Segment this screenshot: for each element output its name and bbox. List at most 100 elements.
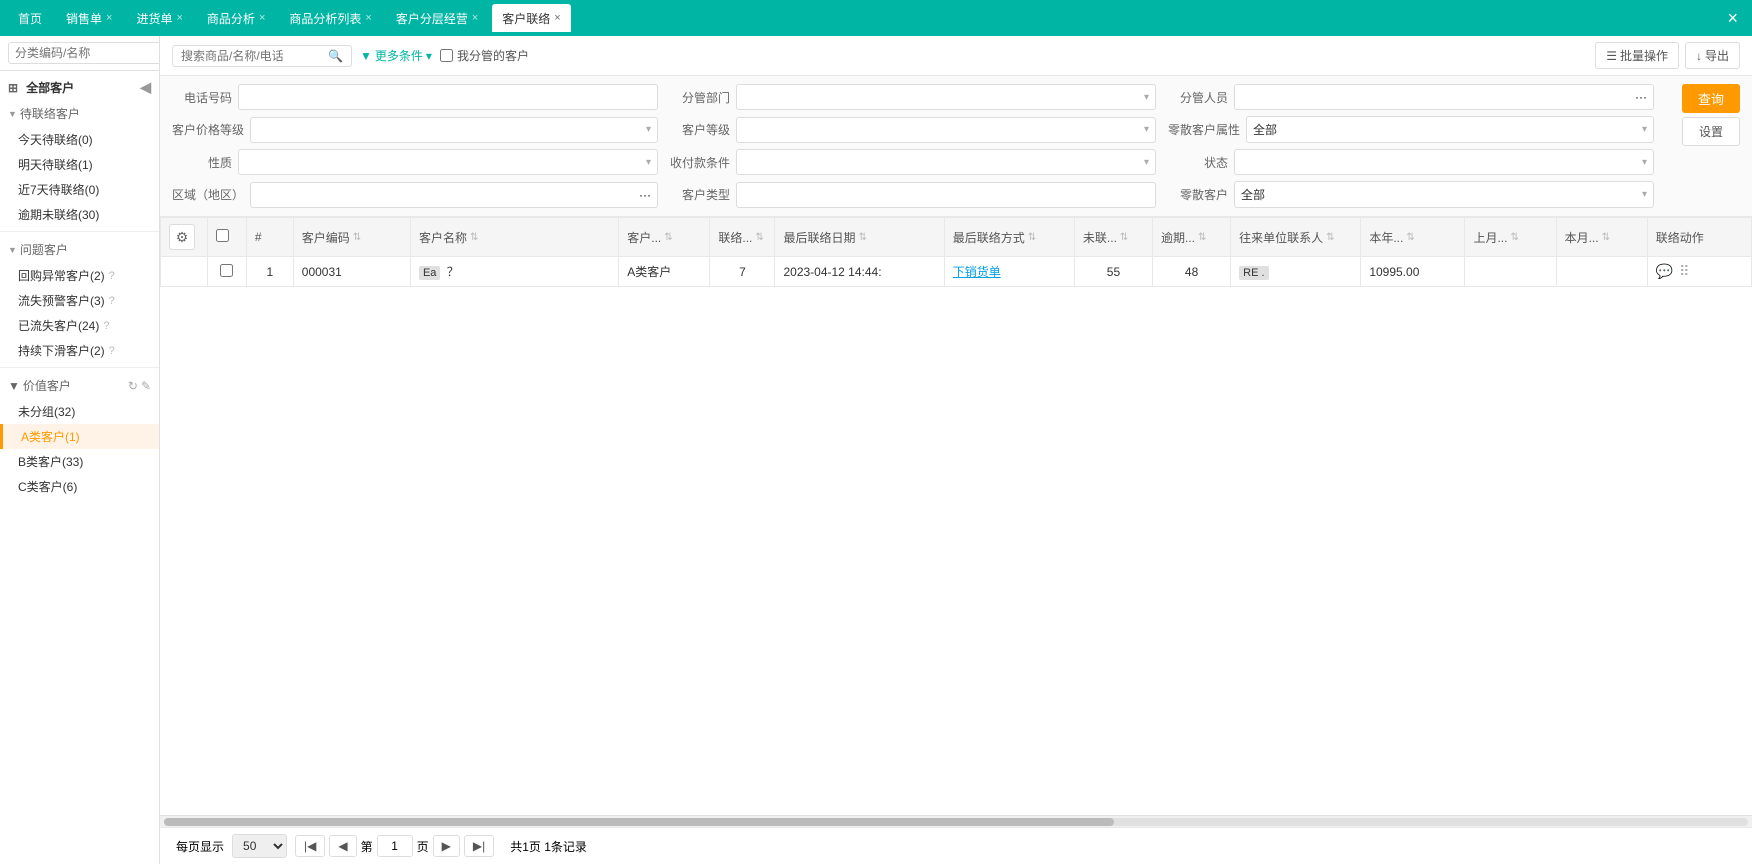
sidebar-item-b-class[interactable]: B类客户(33) <box>0 449 159 474</box>
nav-product-analysis[interactable]: 商品分析 × <box>197 4 275 32</box>
nav-purchase-close[interactable]: × <box>176 12 182 24</box>
nav-sales-close[interactable]: × <box>106 12 112 24</box>
search-icon[interactable]: 🔍 <box>328 49 343 63</box>
last-page-btn[interactable]: ▶| <box>464 835 494 857</box>
manager-select[interactable]: ··· <box>1234 84 1654 110</box>
more-icon[interactable]: ⠿ <box>1679 263 1689 280</box>
sidebar-search-input[interactable] <box>8 42 160 64</box>
sidebar-item-overdue[interactable]: 逾期未联络(30) <box>0 202 159 227</box>
sidebar-item-declining[interactable]: 持续下滑客户(2) ? <box>0 338 159 363</box>
col-this-year[interactable]: 本年... ⇅ <box>1361 218 1465 257</box>
col-not-contacted[interactable]: 未联... ⇅ <box>1074 218 1152 257</box>
col-code[interactable]: 客户编码 ⇅ <box>293 218 410 257</box>
dots-icon: ··· <box>1635 90 1647 104</box>
status-label: 状态 <box>1168 154 1228 171</box>
export-icon: ↓ <box>1696 49 1702 63</box>
nav-product-analysis-close[interactable]: × <box>259 12 265 24</box>
scrollbar-thumb <box>164 818 1114 826</box>
payment-select[interactable]: ▾ <box>736 149 1156 175</box>
nav-product-analysis-list[interactable]: 商品分析列表 × <box>279 4 381 32</box>
edit-icon[interactable]: ✎ <box>141 379 151 393</box>
td-name: Ea ？ <box>410 257 618 287</box>
scatter-attr-select[interactable]: 全部▾ <box>1246 116 1654 143</box>
sidebar-collapse-btn[interactable]: ◀ <box>140 79 151 96</box>
search-input[interactable] <box>181 49 324 63</box>
sidebar-item-today[interactable]: 今天待联络(0) <box>0 127 159 152</box>
col-name[interactable]: 客户名称 ⇅ <box>410 218 618 257</box>
customer-level-label: 客户等级 <box>670 121 730 138</box>
col-last-month[interactable]: 上月... ⇅ <box>1465 218 1556 257</box>
col-contact-person[interactable]: 往来单位联系人 ⇅ <box>1231 218 1361 257</box>
td-num: 1 <box>246 257 293 287</box>
my-customers-filter[interactable]: 我分管的客户 <box>440 47 529 64</box>
nav-customer-contact[interactable]: 客户联络 × <box>492 4 570 32</box>
nature-select[interactable]: ▾ <box>238 149 658 175</box>
sidebar-item-7days[interactable]: 近7天待联络(0) <box>0 177 159 202</box>
nav-product-analysis-list-close[interactable]: × <box>365 12 371 24</box>
price-level-select[interactable]: ▾ <box>250 117 658 143</box>
per-page-label: 每页显示 <box>176 838 224 855</box>
td-this-month <box>1556 257 1647 287</box>
filter-row-4: 区域（地区） ··· 客户类型 零散客户 全部▾ <box>172 181 1666 208</box>
refresh-icon[interactable]: ↻ <box>128 379 138 393</box>
status-select[interactable]: ▾ <box>1234 149 1654 175</box>
sidebar-group-value[interactable]: ▼ 价值客户 ↻ ✎ <box>0 372 159 399</box>
col-last-contact-type[interactable]: 最后联络方式 ⇅ <box>944 218 1074 257</box>
filter-cell-phone: 电话号码 <box>172 84 670 110</box>
query-button[interactable]: 查询 <box>1682 84 1740 113</box>
nav-customer-segment-close[interactable]: × <box>472 12 478 24</box>
sidebar-item-ungrouped[interactable]: 未分组(32) <box>0 399 159 424</box>
col-overdue[interactable]: 逾期... ⇅ <box>1153 218 1231 257</box>
batch-op-button[interactable]: ☰ 批量操作 <box>1595 42 1679 69</box>
customer-type-input[interactable] <box>736 182 1156 208</box>
export-button[interactable]: ↓ 导出 <box>1685 42 1740 69</box>
top-navigation: 首页 销售单 × 进货单 × 商品分析 × 商品分析列表 × 客户分层经营 × … <box>0 0 1752 36</box>
sort-icon-this-year: ⇅ <box>1406 232 1414 243</box>
per-page-select[interactable]: 50 100 200 <box>232 834 287 858</box>
sidebar-item-c-class[interactable]: C类客户(6) <box>0 474 159 499</box>
customer-level-select[interactable]: ▾ <box>736 117 1156 143</box>
first-page-btn[interactable]: |◀ <box>295 835 325 857</box>
td-last-contact-type: 下销货单 <box>944 257 1074 287</box>
scrollbar-track <box>164 818 1748 826</box>
nav-close-all[interactable]: × <box>1721 8 1744 29</box>
nav-sales[interactable]: 销售单 × <box>56 4 122 32</box>
col-level[interactable]: 客户... ⇅ <box>619 218 710 257</box>
settings-button[interactable]: 设置 <box>1682 117 1740 146</box>
nav-home[interactable]: 首页 <box>8 4 52 32</box>
sidebar-group-problem[interactable]: ▼ 问题客户 <box>0 236 159 263</box>
gear-button[interactable]: ⚙ <box>169 224 195 250</box>
next-page-btn[interactable]: ▶ <box>433 835 460 857</box>
sidebar-item-churned[interactable]: 已流失客户(24) ? <box>0 313 159 338</box>
sidebar-item-churn-warning[interactable]: 流失预警客户(3) ? <box>0 288 159 313</box>
col-this-month[interactable]: 本月... ⇅ <box>1556 218 1647 257</box>
td-last-contact-date: 2023-04-12 14:44: <box>775 257 944 287</box>
prev-page-btn[interactable]: ◀ <box>329 835 356 857</box>
region-select[interactable]: ··· <box>250 182 658 208</box>
horizontal-scrollbar[interactable] <box>160 815 1752 827</box>
page-input[interactable] <box>377 835 413 857</box>
my-customers-checkbox[interactable] <box>440 49 453 62</box>
filter-actions-right: 查询 设置 <box>1674 84 1740 208</box>
row-checkbox[interactable] <box>220 264 233 277</box>
col-contact-count[interactable]: 联络... ⇅ <box>710 218 775 257</box>
price-level-label: 客户价格等级 <box>172 121 244 138</box>
sidebar-item-repurchase-abnormal[interactable]: 回购异常客户(2) ? <box>0 263 159 288</box>
col-last-contact-date[interactable]: 最后联络日期 ⇅ <box>775 218 944 257</box>
retail-select[interactable]: 全部▾ <box>1234 181 1654 208</box>
td-actions: 💬 ⠿ <box>1647 257 1751 287</box>
sidebar-item-a-class[interactable]: A类客户(1) <box>0 424 159 449</box>
select-all-checkbox[interactable] <box>216 229 229 242</box>
nav-customer-segment[interactable]: 客户分层经营 × <box>386 4 488 32</box>
phone-input[interactable] <box>238 84 658 110</box>
nav-purchase[interactable]: 进货单 × <box>126 4 192 32</box>
sidebar-item-tomorrow[interactable]: 明天待联络(1) <box>0 152 159 177</box>
nav-customer-contact-close[interactable]: × <box>554 12 560 24</box>
last-contact-link[interactable]: 下销货单 <box>953 265 1001 279</box>
more-filters-btn[interactable]: ▼ 更多条件 ▾ <box>360 47 432 64</box>
dept-select[interactable]: ▾ <box>736 84 1156 110</box>
chat-icon[interactable]: 💬 <box>1656 263 1673 280</box>
sidebar-group-pending[interactable]: ▼ 待联络客户 <box>0 100 159 127</box>
filter-cell-customer-type: 客户类型 <box>670 182 1168 208</box>
td-contact-person: RE . <box>1231 257 1361 287</box>
